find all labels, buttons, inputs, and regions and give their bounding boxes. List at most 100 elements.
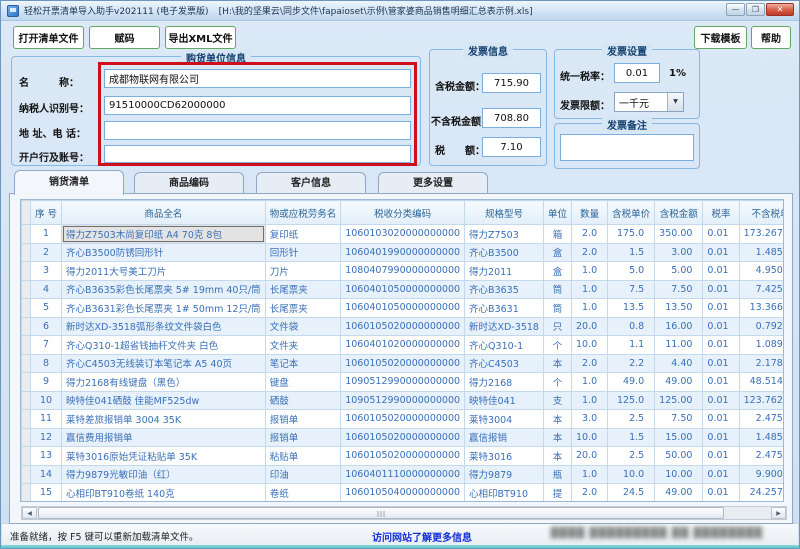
row-selector[interactable] (22, 373, 31, 392)
table-cell[interactable]: 刀片 (265, 262, 341, 281)
table-cell[interactable]: 0.01 (703, 299, 739, 318)
column-header[interactable]: 单位 (543, 201, 571, 225)
table-cell[interactable]: 文件夹 (265, 336, 341, 355)
table-row[interactable]: 5齐心B3631彩色长尾票夹 1# 50mm 12只/筒长尾票夹10604010… (22, 299, 785, 318)
table-cell[interactable]: 49.00 (655, 484, 703, 503)
table-cell[interactable]: 20.0 (572, 447, 608, 466)
table-row[interactable]: 7齐心Q310-1超省钱抽杆文件夹 白色文件夹10604010200000000… (22, 336, 785, 355)
scroll-right-icon[interactable]: ▶ (771, 507, 786, 519)
table-cell[interactable]: 齐心Q310-1超省钱抽杆文件夹 白色 (62, 336, 266, 355)
table-cell[interactable]: 1060401990000000000 (341, 243, 465, 262)
scrollbar-thumb[interactable] (38, 507, 724, 519)
table-cell[interactable]: 0.01 (703, 373, 739, 392)
table-cell[interactable]: 得力2168 (465, 373, 544, 392)
table-cell[interactable]: 13.366337 (739, 299, 784, 318)
title-bar[interactable]: 轻松开票清单导入助手v202111 (电子发票版) [H:\我的坚果云\同步文件… (1, 1, 799, 21)
table-cell[interactable]: 6 (31, 317, 62, 336)
table-cell[interactable]: 齐心C4503 (465, 354, 544, 373)
table-cell[interactable]: 齐心C4503无线装订本笔记本 A5 40页 (62, 354, 266, 373)
table-cell[interactable]: 49.00 (655, 373, 703, 392)
close-button[interactable]: ✕ (766, 3, 794, 16)
table-cell[interactable]: 齐心B3500防锈回形针 (62, 243, 266, 262)
table-cell[interactable]: 2.2 (608, 354, 655, 373)
address-phone-input[interactable] (104, 121, 411, 140)
table-cell[interactable]: 个 (543, 373, 571, 392)
row-selector[interactable] (22, 465, 31, 484)
table-cell[interactable]: 173.267327 (739, 225, 784, 244)
table-cell[interactable]: 心相印BT910 (465, 484, 544, 503)
table-cell[interactable]: 得力Z7503木尚复印纸 A4 70克 8包 (62, 225, 266, 244)
table-cell[interactable]: 4 (31, 280, 62, 299)
table-cell[interactable]: 新时达XD-3518 (465, 317, 544, 336)
table-cell[interactable]: 盒 (543, 243, 571, 262)
table-cell[interactable]: 1090512990000000000 (341, 373, 465, 392)
table-cell[interactable]: 印油 (265, 465, 341, 484)
table-cell[interactable]: 15 (31, 484, 62, 503)
table-cell[interactable]: 3.0 (572, 410, 608, 429)
table-cell[interactable]: 1.0 (572, 262, 608, 281)
table-cell[interactable]: 莱特3016 (465, 447, 544, 466)
row-selector[interactable] (22, 262, 31, 281)
table-cell[interactable]: 得力Z7503 (465, 225, 544, 244)
table-cell[interactable]: 123.762376 (739, 391, 784, 410)
invoice-limit-select[interactable]: 一千元 ▼ (614, 92, 684, 112)
row-selector[interactable] (22, 243, 31, 262)
table-cell[interactable]: 本 (543, 447, 571, 466)
table-cell[interactable]: 得力2168有线键盘（黑色） (62, 373, 266, 392)
table-cell[interactable]: 映特佳041 (465, 391, 544, 410)
column-header[interactable]: 不含税单价 (739, 201, 784, 225)
table-cell[interactable]: 个 (543, 336, 571, 355)
table-cell[interactable]: 2.5 (608, 410, 655, 429)
table-cell[interactable]: 0.01 (703, 484, 739, 503)
row-selector-header[interactable] (22, 201, 31, 225)
table-cell[interactable]: 4.950495 (739, 262, 784, 281)
table-cell[interactable]: 125.00 (655, 391, 703, 410)
table-cell[interactable]: 赢信费用报销单 (62, 428, 266, 447)
scroll-left-icon[interactable]: ◀ (22, 507, 37, 519)
row-selector[interactable] (22, 447, 31, 466)
table-cell[interactable]: 复印纸 (265, 225, 341, 244)
table-cell[interactable]: 映特佳041硒鼓 佳能MF525dw (62, 391, 266, 410)
table-row[interactable]: 1得力Z7503木尚复印纸 A4 70克 8包复印纸10601030200000… (22, 225, 785, 244)
tab-more-settings[interactable]: 更多设置 (378, 172, 488, 194)
table-cell[interactable]: 7.5 (608, 280, 655, 299)
tab-product-codes[interactable]: 商品编码 (134, 172, 244, 194)
row-selector[interactable] (22, 299, 31, 318)
table-cell[interactable]: 键盘 (265, 373, 341, 392)
table-cell[interactable]: 箱 (543, 225, 571, 244)
row-selector[interactable] (22, 280, 31, 299)
help-button[interactable]: 帮助 (751, 26, 791, 49)
table-cell[interactable]: 14 (31, 465, 62, 484)
table-cell[interactable]: 本 (543, 410, 571, 429)
column-header[interactable]: 税率 (703, 201, 739, 225)
table-cell[interactable]: 0.01 (703, 465, 739, 484)
table-row[interactable]: 8齐心C4503无线装订本笔记本 A5 40页笔记本10601050200000… (22, 354, 785, 373)
table-cell[interactable]: 1.0 (572, 299, 608, 318)
table-cell[interactable]: 0.8 (608, 317, 655, 336)
table-cell[interactable]: 9.900990 (739, 465, 784, 484)
table-cell[interactable]: 文件袋 (265, 317, 341, 336)
table-cell[interactable]: 13 (31, 447, 62, 466)
table-cell[interactable]: 24.5 (608, 484, 655, 503)
table-cell[interactable]: 粘贴单 (265, 447, 341, 466)
table-cell[interactable]: 10 (31, 391, 62, 410)
table-cell[interactable]: 长尾票夹 (265, 280, 341, 299)
column-header[interactable]: 税收分类编码 (341, 201, 465, 225)
tax-included-input[interactable] (482, 73, 541, 93)
table-cell[interactable]: 1060105020000000000 (341, 317, 465, 336)
table-cell[interactable]: 1060105020000000000 (341, 354, 465, 373)
row-selector[interactable] (22, 354, 31, 373)
table-row[interactable]: 6新时达XD-3518弧形条纹文件袋白色文件袋10601050200000000… (22, 317, 785, 336)
table-cell[interactable]: 齐心B3635 (465, 280, 544, 299)
table-cell[interactable]: 10.00 (655, 465, 703, 484)
table-cell[interactable]: 1060105020000000000 (341, 410, 465, 429)
row-selector[interactable] (22, 317, 31, 336)
table-cell[interactable]: 齐心B3635彩色长尾票夹 5# 19mm 40只/筒 (62, 280, 266, 299)
column-header[interactable]: 含税单价 (608, 201, 655, 225)
table-cell[interactable]: 2.5 (608, 447, 655, 466)
table-cell[interactable]: 瓶 (543, 465, 571, 484)
table-cell[interactable]: 49.0 (608, 373, 655, 392)
tab-sales-list[interactable]: 销货清单 (14, 170, 124, 195)
table-cell[interactable]: 0.01 (703, 317, 739, 336)
table-cell[interactable]: 笔记本 (265, 354, 341, 373)
